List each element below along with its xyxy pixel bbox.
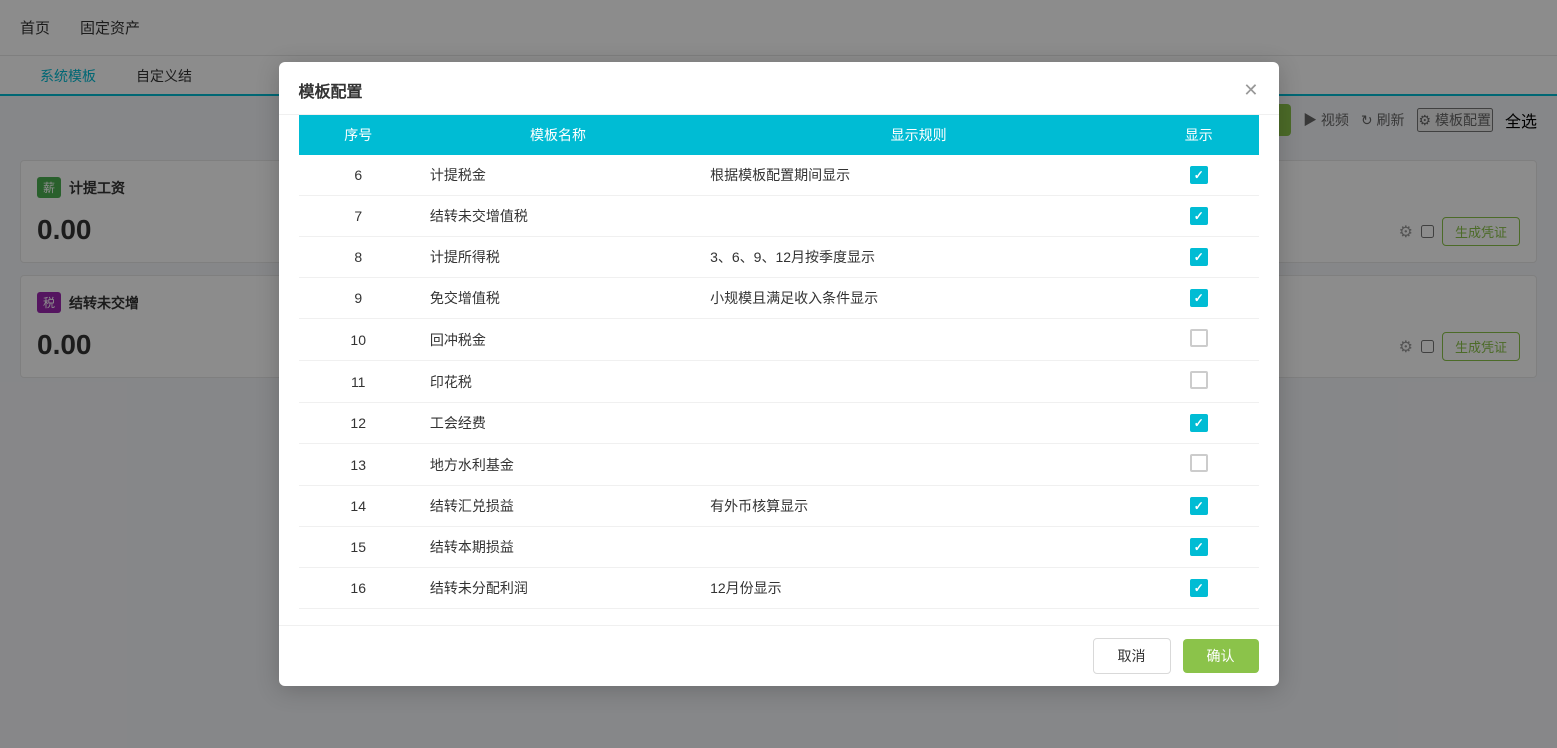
table-row: 14结转汇兑损益有外币核算显示 xyxy=(299,486,1259,527)
table-row: 11印花税 xyxy=(299,361,1259,403)
table-row: 9免交增值税小规模且满足收入条件显示 xyxy=(299,278,1259,319)
dialog-title: 模板配置 xyxy=(299,78,363,102)
col-header-rule: 显示规则 xyxy=(698,115,1139,155)
confirm-button[interactable]: 确认 xyxy=(1183,639,1259,673)
col-header-name: 模板名称 xyxy=(418,115,698,155)
cell-seq: 11 xyxy=(299,361,418,403)
display-checkbox[interactable] xyxy=(1190,207,1208,225)
cell-name: 地方水利基金 xyxy=(418,444,698,486)
display-checkbox[interactable] xyxy=(1190,289,1208,307)
cell-display[interactable] xyxy=(1139,444,1258,486)
cell-seq: 12 xyxy=(299,403,418,444)
col-header-display: 显示 xyxy=(1139,115,1258,155)
cell-rule: 小规模且满足收入条件显示 xyxy=(698,278,1139,319)
cell-seq: 9 xyxy=(299,278,418,319)
table-row: 16结转未分配利润12月份显示 xyxy=(299,568,1259,609)
cell-display[interactable] xyxy=(1139,237,1258,278)
dialog-close-button[interactable]: ✕ xyxy=(1243,81,1258,99)
table-row: 10回冲税金 xyxy=(299,319,1259,361)
cell-seq: 15 xyxy=(299,527,418,568)
cell-rule xyxy=(698,527,1139,568)
cell-display[interactable] xyxy=(1139,527,1258,568)
cell-display[interactable] xyxy=(1139,403,1258,444)
cell-name: 计提所得税 xyxy=(418,237,698,278)
table-row: 15结转本期损益 xyxy=(299,527,1259,568)
cell-name: 回冲税金 xyxy=(418,319,698,361)
cell-display[interactable] xyxy=(1139,486,1258,527)
display-checkbox[interactable] xyxy=(1190,497,1208,515)
template-config-dialog: 模板配置 ✕ 序号 模板名称 显示规则 显示 6计提税金根据模板配置期间显示7结… xyxy=(279,62,1279,686)
cell-rule: 有外币核算显示 xyxy=(698,486,1139,527)
table-row: 6计提税金根据模板配置期间显示 xyxy=(299,155,1259,196)
display-checkbox[interactable] xyxy=(1190,579,1208,597)
display-checkbox[interactable] xyxy=(1190,538,1208,556)
cell-rule: 3、6、9、12月按季度显示 xyxy=(698,237,1139,278)
table-row: 12工会经费 xyxy=(299,403,1259,444)
display-checkbox[interactable] xyxy=(1190,166,1208,184)
dialog-body: 序号 模板名称 显示规则 显示 6计提税金根据模板配置期间显示7结转未交增值税8… xyxy=(279,115,1279,625)
cell-seq: 13 xyxy=(299,444,418,486)
cell-rule: 根据模板配置期间显示 xyxy=(698,155,1139,196)
table-row: 8计提所得税3、6、9、12月按季度显示 xyxy=(299,237,1259,278)
display-checkbox[interactable] xyxy=(1190,248,1208,266)
cell-name: 免交增值税 xyxy=(418,278,698,319)
cell-seq: 14 xyxy=(299,486,418,527)
dialog-header: 模板配置 ✕ xyxy=(279,62,1279,115)
table-header-row: 序号 模板名称 显示规则 显示 xyxy=(299,115,1259,155)
cell-rule xyxy=(698,403,1139,444)
display-checkbox[interactable] xyxy=(1190,414,1208,432)
cell-display[interactable] xyxy=(1139,278,1258,319)
cell-display[interactable] xyxy=(1139,155,1258,196)
cell-rule xyxy=(698,444,1139,486)
cell-seq: 16 xyxy=(299,568,418,609)
cell-name: 工会经费 xyxy=(418,403,698,444)
table-row: 7结转未交增值税 xyxy=(299,196,1259,237)
cell-seq: 7 xyxy=(299,196,418,237)
cell-rule xyxy=(698,196,1139,237)
cancel-button[interactable]: 取消 xyxy=(1093,638,1171,674)
cell-seq: 6 xyxy=(299,155,418,196)
cell-rule xyxy=(698,319,1139,361)
cell-seq: 8 xyxy=(299,237,418,278)
col-header-seq: 序号 xyxy=(299,115,418,155)
table-row: 13地方水利基金 xyxy=(299,444,1259,486)
display-checkbox[interactable] xyxy=(1190,329,1208,347)
display-checkbox[interactable] xyxy=(1190,371,1208,389)
cell-display[interactable] xyxy=(1139,361,1258,403)
modal-overlay: 模板配置 ✕ 序号 模板名称 显示规则 显示 6计提税金根据模板配置期间显示7结… xyxy=(0,0,1557,748)
cell-name: 结转本期损益 xyxy=(418,527,698,568)
cell-seq: 10 xyxy=(299,319,418,361)
config-table: 序号 模板名称 显示规则 显示 6计提税金根据模板配置期间显示7结转未交增值税8… xyxy=(299,115,1259,609)
cell-display[interactable] xyxy=(1139,319,1258,361)
cell-name: 结转未交增值税 xyxy=(418,196,698,237)
cell-name: 计提税金 xyxy=(418,155,698,196)
cell-display[interactable] xyxy=(1139,196,1258,237)
cell-display[interactable] xyxy=(1139,568,1258,609)
cell-name: 结转未分配利润 xyxy=(418,568,698,609)
dialog-footer: 取消 确认 xyxy=(279,625,1279,686)
cell-name: 印花税 xyxy=(418,361,698,403)
cell-rule xyxy=(698,361,1139,403)
cell-name: 结转汇兑损益 xyxy=(418,486,698,527)
display-checkbox[interactable] xyxy=(1190,454,1208,472)
cell-rule: 12月份显示 xyxy=(698,568,1139,609)
